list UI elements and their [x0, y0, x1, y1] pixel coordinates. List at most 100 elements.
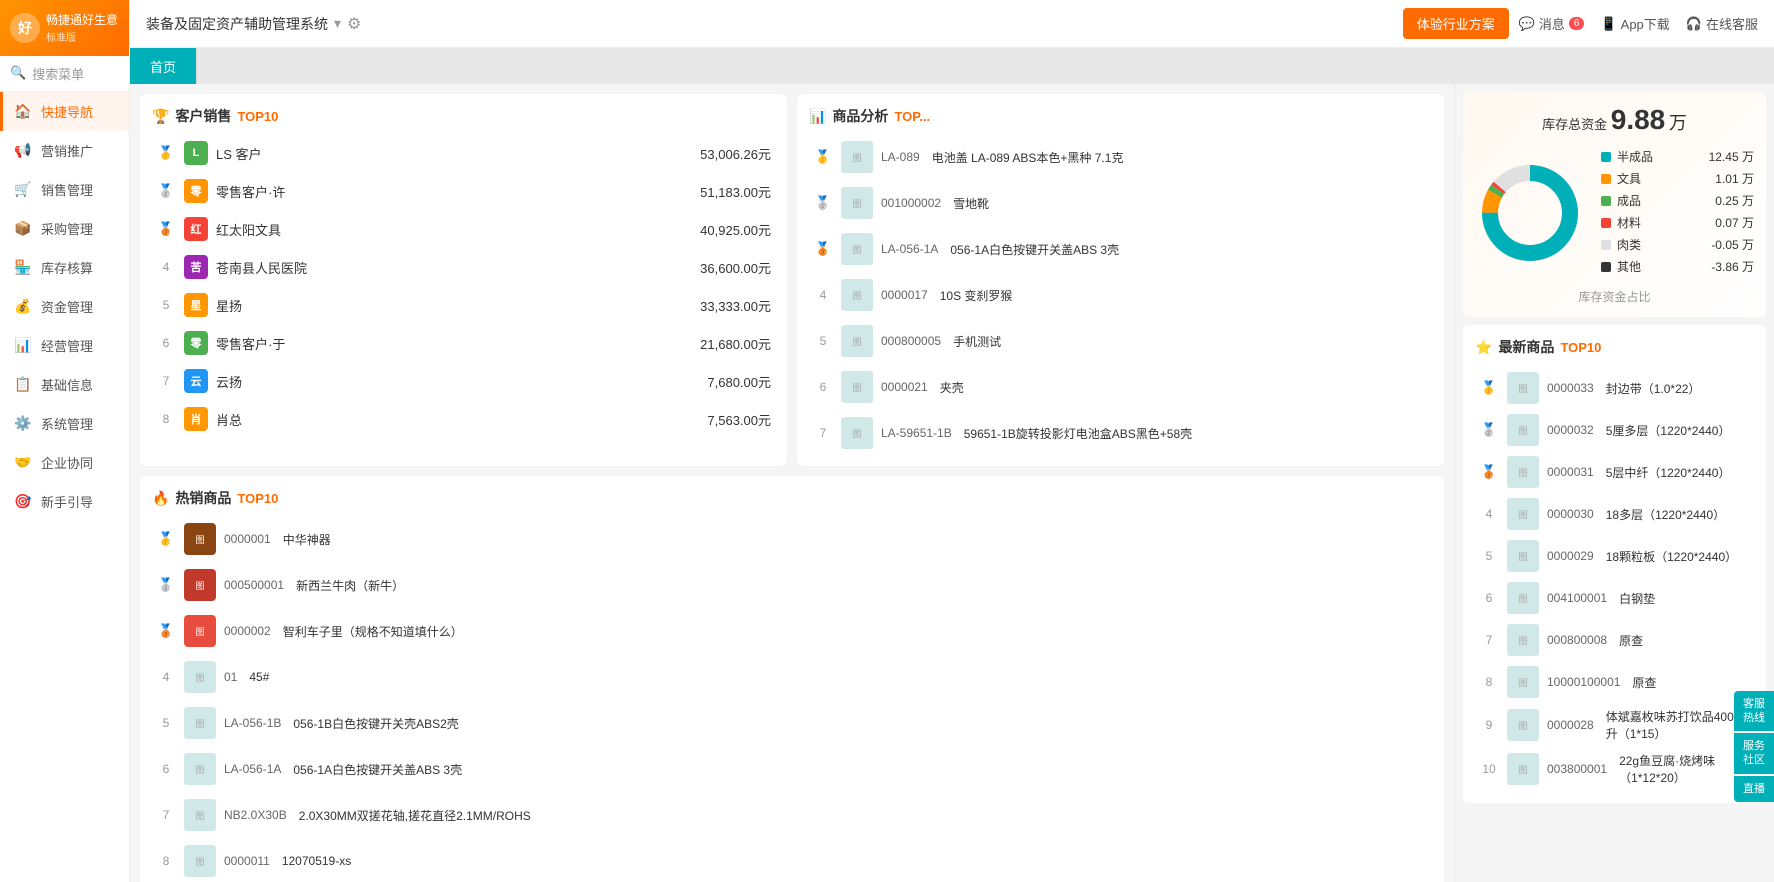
customer-amount-7: 7,563.00元 [707, 410, 771, 429]
nav-icon-8: ⚙️ [13, 415, 33, 432]
newest-code-4: 0000029 [1547, 549, 1594, 563]
product-right-code-6: LA-59651-1B [881, 426, 952, 440]
legend-label-1: 文具 [1617, 170, 1709, 187]
newest-thumb-1: 图 [1507, 414, 1539, 446]
legend-item-5: 其他 -3.86 万 [1601, 258, 1754, 275]
customer-avatar-5: 零 [184, 331, 208, 355]
customer-rank-item-4: 5 星 星扬 33,333.00元 [152, 288, 775, 322]
hot-medal-1: 🥈 [156, 577, 176, 593]
float-service-btn-2[interactable]: 直播 [1734, 776, 1774, 802]
nav-label-10: 新手引导 [41, 492, 93, 511]
customer-amount-3: 36,600.00元 [700, 258, 771, 277]
newest-thumb-5: 图 [1507, 582, 1539, 614]
nav-label-4: 库存核算 [41, 258, 93, 277]
product-right-name-0: 电池盖 LA-089 ABS本色+黑种 7.1克 [932, 149, 1428, 166]
sidebar-logo: 好 畅捷通好生意 标准版 [0, 0, 129, 56]
experience-btn[interactable]: 体验行业方案 [1403, 8, 1509, 39]
newest-item-4: 5 图 0000029 18颗粒板（1220*2440） [1475, 535, 1754, 577]
legend-label-5: 其他 [1617, 258, 1705, 275]
dropdown-icon[interactable]: ▾ [334, 15, 341, 32]
product-right-name-5: 夹壳 [940, 379, 1428, 396]
inventory-amount: 9.88 [1611, 104, 1666, 135]
product-analysis-card: 📊 商品分析 TOP... 🥇 图 LA-089 电池盖 LA-089 ABS本… [797, 94, 1444, 466]
rank-num-7: 8 [156, 412, 176, 426]
legend-item-4: 肉类 -0.05 万 [1601, 236, 1754, 253]
customer-avatar-7: 肖 [184, 407, 208, 431]
legend-item-1: 文具 1.01 万 [1601, 170, 1754, 187]
hot-num-7: 8 [156, 854, 176, 868]
mobile-icon: 📱 [1600, 16, 1616, 32]
customer-rank-list: 🥇 L LS 客户 53,006.26元 🥈 零 零售客户·许 51,183.0… [152, 136, 775, 436]
sidebar-item-0[interactable]: 🏠快捷导航 [0, 92, 129, 131]
sidebar-item-4[interactable]: 🏪库存核算 [0, 248, 129, 287]
sidebar-item-8[interactable]: ⚙️系统管理 [0, 404, 129, 443]
float-service-btn-1[interactable]: 服务社区 [1734, 733, 1774, 774]
inventory-total: 库存总资金 9.88 万 [1475, 104, 1754, 136]
newest-medal-2: 🥉 [1479, 464, 1499, 480]
customer-avatar-1: 零 [184, 179, 208, 203]
nav-label-1: 营销推广 [41, 141, 93, 160]
hot-thumb-1: 图 [184, 569, 216, 601]
newest-products-card: ⭐ 最新商品 TOP10 🥇 图 0000033 封边带（1.0*22） 🥈 图… [1463, 325, 1766, 803]
newest-thumb-6: 图 [1507, 624, 1539, 656]
newest-thumb-9: 图 [1507, 753, 1539, 785]
sidebar-item-5[interactable]: 💰资金管理 [0, 287, 129, 326]
newest-item-1: 🥈 图 0000032 5厘多层（1220*2440） [1475, 409, 1754, 451]
hot-code-5: LA-056-1A [224, 762, 281, 776]
nav-label-3: 采购管理 [41, 219, 93, 238]
hot-code-6: NB2.0X30B [224, 808, 287, 822]
newest-num-8: 9 [1479, 718, 1499, 732]
sidebar-item-9[interactable]: 🤝企业协同 [0, 443, 129, 482]
sidebar-item-6[interactable]: 📊经营管理 [0, 326, 129, 365]
newest-item-5: 6 图 004100001 白钢垫 [1475, 577, 1754, 619]
newest-code-2: 0000031 [1547, 465, 1594, 479]
product-right-thumb-5: 图 [841, 371, 873, 403]
donut-section: 半成品 12.45 万 文具 1.01 万 成品 0.25 万 材料 0.07 … [1475, 148, 1754, 280]
product-right-item-4: 5 图 000800005 手机测试 [809, 320, 1432, 362]
nav-icon-9: 🤝 [13, 454, 33, 471]
tab-home[interactable]: 首页 [130, 48, 197, 84]
app-download-btn[interactable]: 📱 App下载 [1600, 14, 1669, 33]
hot-product-item-2: 🥉 图 0000002 智利车子里（规格不知道填什么） [152, 610, 1432, 652]
newest-item-3: 4 图 0000030 18多层（1220*2440） [1475, 493, 1754, 535]
nav-icon-6: 📊 [13, 337, 33, 354]
sidebar-item-10[interactable]: 🎯新手引导 [0, 482, 129, 521]
legend-label-0: 半成品 [1617, 148, 1703, 165]
search-menu[interactable]: 🔍 搜索菜单 [0, 56, 129, 92]
settings-icon[interactable]: ⚙ [347, 14, 361, 34]
legend-value-3: 0.07 万 [1715, 214, 1754, 231]
nav-icon-3: 📦 [13, 220, 33, 237]
medal-icon-2: 🥉 [156, 221, 176, 237]
newest-code-8: 0000028 [1547, 718, 1594, 732]
sidebar: 好 畅捷通好生意 标准版 🔍 搜索菜单 🏠快捷导航📢营销推广🛒销售管理 📦 采购管理… [0, 0, 130, 882]
product-right-thumb-0: 图 [841, 141, 873, 173]
message-btn[interactable]: 💬 消息 6 [1519, 14, 1585, 33]
product-analysis-title: 📊 商品分析 TOP... [809, 106, 1432, 126]
newest-num-6: 7 [1479, 633, 1499, 647]
headset-icon: 🎧 [1686, 16, 1702, 32]
customer-name-1: 零售客户·许 [216, 182, 692, 201]
online-service-btn[interactable]: 🎧 在线客服 [1686, 14, 1758, 33]
product-right-item-2: 🥉 图 LA-056-1A 056-1A白色按键开关盖ABS 3壳 [809, 228, 1432, 270]
customer-avatar-4: 星 [184, 293, 208, 317]
newest-thumb-2: 图 [1507, 456, 1539, 488]
legend-dot-0 [1601, 152, 1611, 162]
newest-name-4: 18颗粒板（1220*2440） [1606, 548, 1750, 565]
product-right-thumb-1: 图 [841, 187, 873, 219]
sidebar-item-7[interactable]: 📋基础信息 [0, 365, 129, 404]
newest-code-7: 10000100001 [1547, 675, 1620, 689]
hot-name-3: 45# [249, 670, 1428, 684]
customer-avatar-6: 云 [184, 369, 208, 393]
sidebar-item-2[interactable]: 🛒销售管理 [0, 170, 129, 209]
sidebar-item-3[interactable]: 📦 采购管理 [0, 209, 129, 248]
topbar: 装备及固定资产辅助管理系统 ▾ ⚙ 体验行业方案 💬 消息 6 📱 App下载 … [130, 0, 1774, 48]
float-service-btn-0[interactable]: 客服热线 [1734, 691, 1774, 732]
newest-name-6: 原查 [1619, 632, 1750, 649]
nav-icon-2: 🛒 [13, 181, 33, 198]
newest-num-5: 6 [1479, 591, 1499, 605]
customer-rank-item-0: 🥇 L LS 客户 53,006.26元 [152, 136, 775, 170]
newest-item-9: 10 图 003800001 22g鱼豆腐·烧烤味（1*12*20） [1475, 747, 1754, 791]
legend-value-1: 1.01 万 [1715, 170, 1754, 187]
product-right-item-6: 7 图 LA-59651-1B 59651-1B旋转投影灯电池盒ABS黑色+58… [809, 412, 1432, 454]
sidebar-item-1[interactable]: 📢营销推广 [0, 131, 129, 170]
